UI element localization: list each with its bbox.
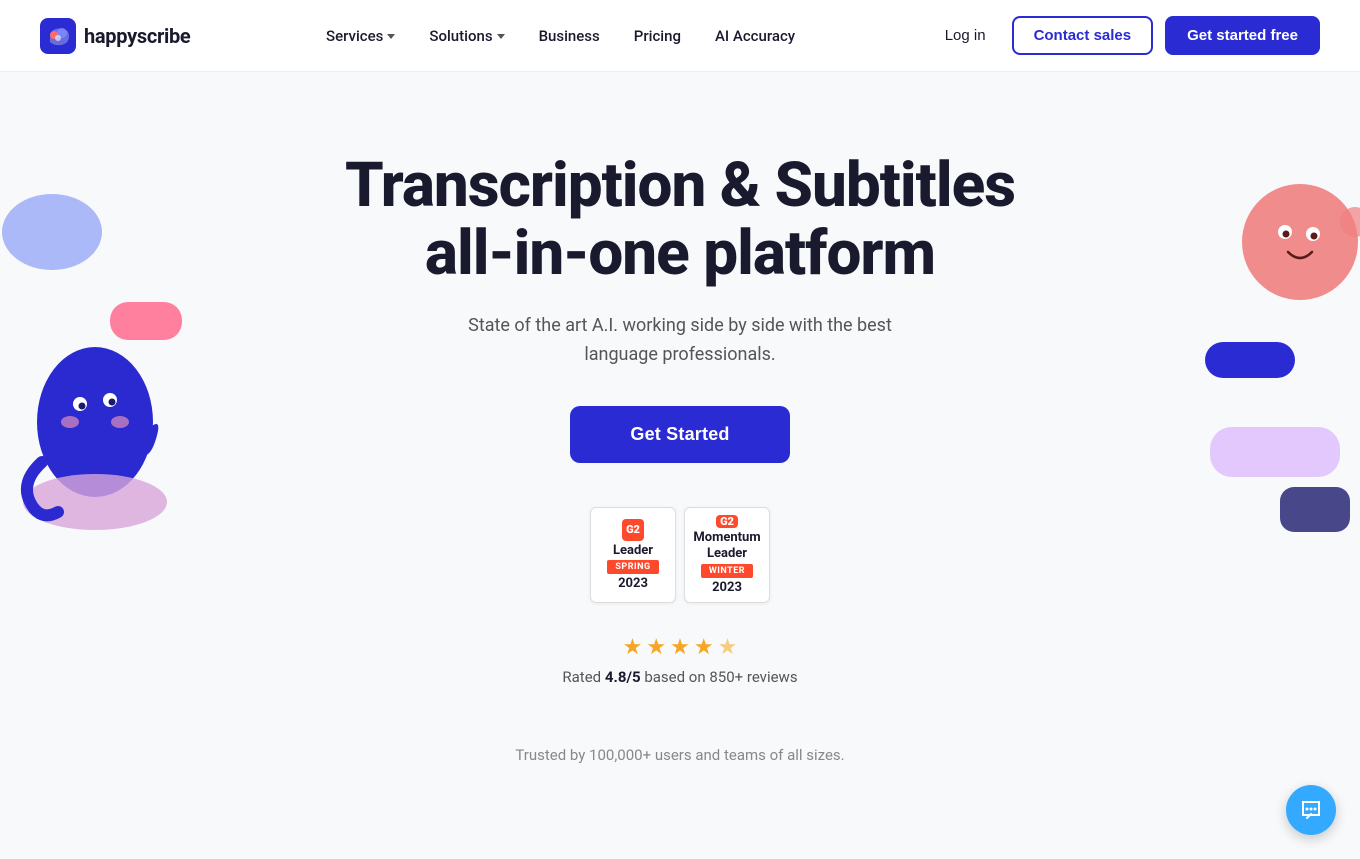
hero-subtitle: State of the art A.I. working side by si… (440, 312, 920, 370)
nav-pricing[interactable]: Pricing (620, 19, 695, 53)
logo-link[interactable]: happyscribe (40, 18, 190, 54)
badge-momentum-year: 2023 (712, 580, 742, 595)
trusted-text: Trusted by 100,000+ users and teams of a… (515, 746, 844, 764)
login-button[interactable]: Log in (931, 19, 1000, 52)
contact-sales-button[interactable]: Contact sales (1012, 16, 1154, 55)
logo-icon (40, 18, 76, 54)
logo-text: happyscribe (84, 24, 190, 48)
star-4: ★ (694, 635, 714, 660)
nav-services[interactable]: Services (312, 19, 409, 53)
badge-leader-title: Leader (613, 543, 653, 559)
solutions-chevron-icon (497, 34, 505, 39)
star-5-half: ★ (718, 635, 738, 660)
chat-widget-button[interactable] (1286, 785, 1336, 835)
rating-text: Rated 4.8/5 based on 850+ reviews (562, 668, 797, 686)
g2-badges: G2 Leader SPRING 2023 G2 Momentum Leader… (590, 507, 770, 603)
g2-momentum-badge: G2 Momentum Leader WINTER 2023 (684, 507, 770, 603)
g2-leader-badge: G2 Leader SPRING 2023 (590, 507, 676, 603)
nav-actions: Log in Contact sales Get started free (931, 16, 1320, 55)
chat-icon (1299, 798, 1323, 822)
hero-section: Transcription & Subtitles all-in-one pla… (0, 72, 1360, 824)
badge-momentum-title: Momentum Leader (693, 530, 761, 561)
rating-score: 4.8/5 (605, 668, 641, 686)
badge-leader-season: SPRING (607, 560, 658, 574)
star-1: ★ (623, 635, 643, 660)
star-3: ★ (670, 635, 690, 660)
main-nav: happyscribe Services Solutions Business … (0, 0, 1360, 72)
deco-right (1150, 132, 1360, 556)
nav-solutions[interactable]: Solutions (415, 19, 518, 53)
deco-left (0, 132, 210, 556)
rating-review-text: based on 850+ reviews (644, 668, 797, 686)
hero-title: Transcription & Subtitles all-in-one pla… (345, 152, 1015, 288)
stars-row: ★ ★ ★ ★ ★ (623, 635, 738, 660)
g2-icon: G2 (622, 519, 644, 541)
g2-icon-2: G2 (716, 515, 738, 528)
badge-momentum-season: WINTER (701, 564, 753, 578)
badge-leader-year: 2023 (618, 576, 648, 591)
get-started-free-button[interactable]: Get started free (1165, 16, 1320, 55)
hero-cta-button[interactable]: Get Started (570, 406, 789, 463)
nav-business[interactable]: Business (525, 19, 614, 53)
star-2: ★ (646, 635, 666, 660)
nav-ai-accuracy[interactable]: AI Accuracy (701, 19, 809, 53)
nav-links: Services Solutions Business Pricing AI A… (312, 19, 809, 53)
services-chevron-icon (387, 34, 395, 39)
